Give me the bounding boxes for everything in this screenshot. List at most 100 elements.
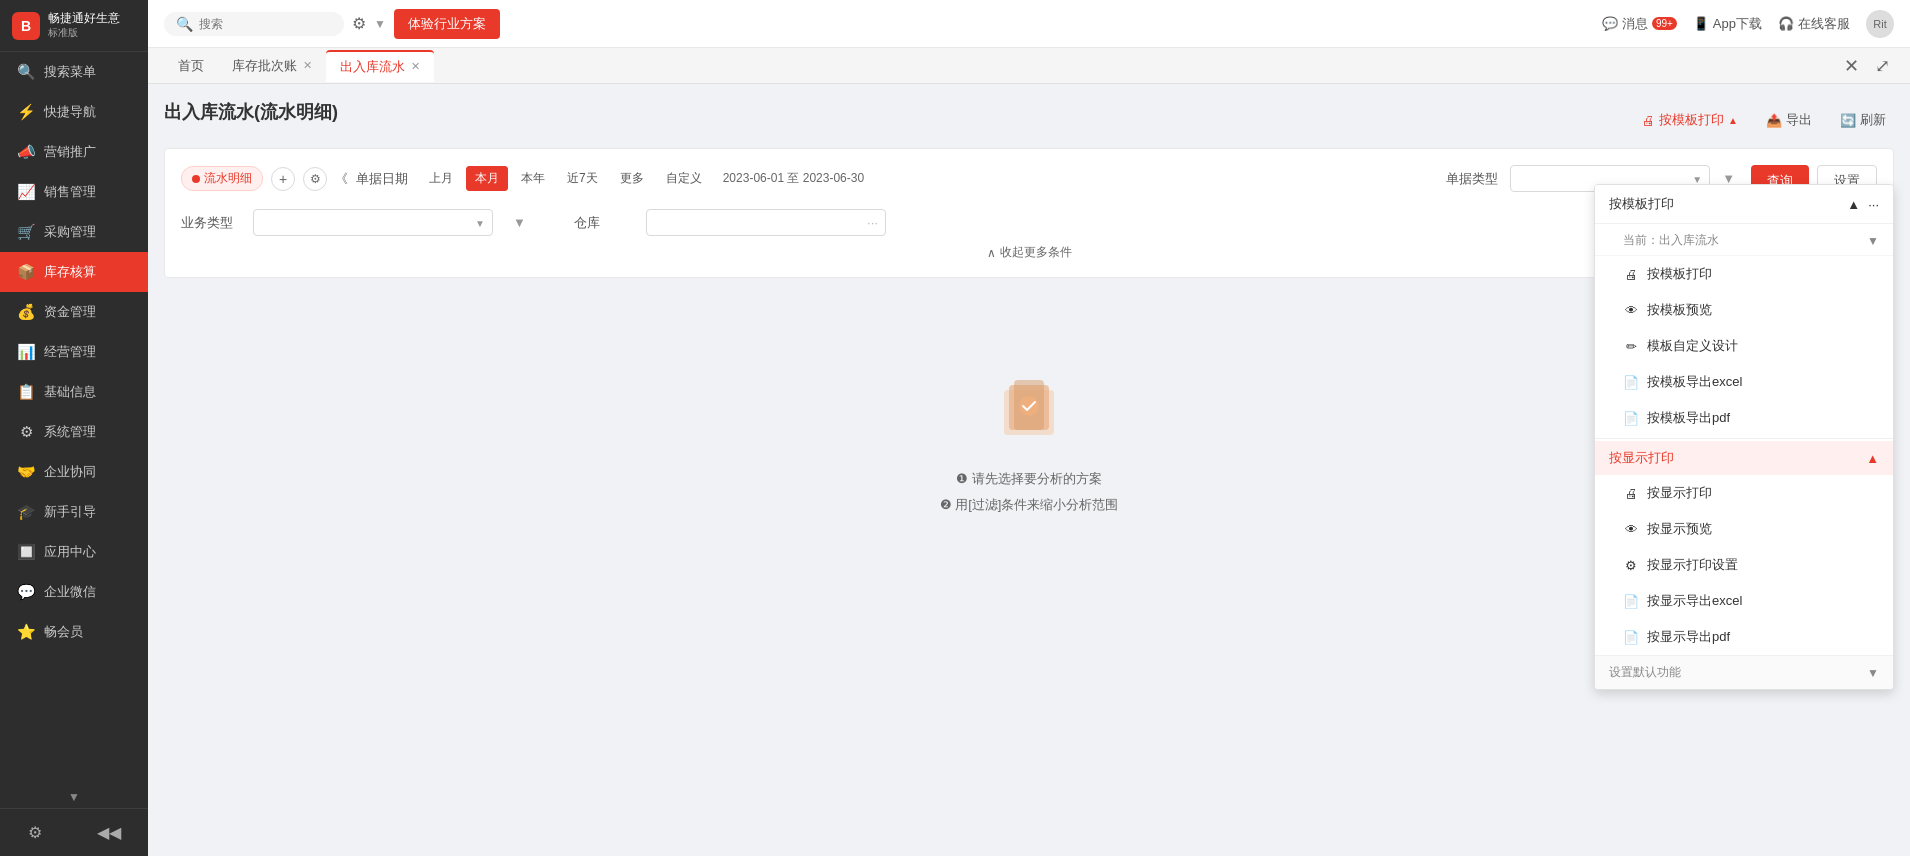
user-profile-item[interactable]: Rit — [1866, 10, 1894, 38]
dropdown-item-template-print[interactable]: 🖨 按模板打印 — [1595, 256, 1893, 292]
app-download-item[interactable]: 📱 App下载 — [1693, 15, 1762, 33]
tabs-bar: 首页 库存批次账 ✕ 出入库流水 ✕ ✕ ⤢ — [148, 48, 1910, 84]
industry-solution-button[interactable]: 体验行业方案 — [394, 9, 500, 39]
sidebar-item-inventory[interactable]: 📦 库存核算 — [0, 252, 148, 292]
wechat-icon: 💬 — [16, 582, 36, 602]
collapse-button[interactable]: ∧ 收起更多条件 — [987, 244, 1072, 261]
filter-settings-button[interactable]: ⚙ — [303, 167, 327, 191]
dropdown-footer-chevron-icon: ▼ — [1867, 666, 1879, 680]
cart-icon: 🛒 — [16, 222, 36, 242]
sidebar-scroll-down-arrow[interactable]: ▼ — [0, 786, 148, 808]
dropdown-item-display-preview[interactable]: 👁 按显示预览 — [1595, 511, 1893, 547]
refresh-button[interactable]: 🔄 刷新 — [1832, 107, 1894, 133]
sidebar-item-collab[interactable]: 🤝 企业协同 — [0, 452, 148, 492]
active-filter-tag[interactable]: 流水明细 — [181, 166, 263, 191]
sidebar-item-label: 畅会员 — [44, 623, 83, 641]
dropdown-section-display[interactable]: 按显示打印 ▲ — [1595, 441, 1893, 475]
pdf-icon: 📄 — [1623, 410, 1639, 426]
sidebar-item-member[interactable]: ⭐ 畅会员 — [0, 612, 148, 652]
tab-close-icon[interactable]: ✕ — [303, 59, 312, 72]
export-button[interactable]: 📤 导出 — [1758, 107, 1820, 133]
dropdown-item-display-pdf[interactable]: 📄 按显示导出pdf — [1595, 619, 1893, 655]
page-content: 出入库流水(流水明细) 🖨 按模板打印 ▲ 📤 导出 🔄 刷新 — [148, 84, 1910, 856]
message-item[interactable]: 💬 消息 99+ — [1602, 15, 1677, 33]
dropdown-item-template-pdf[interactable]: 📄 按模板导出pdf — [1595, 400, 1893, 436]
tabs-actions: ✕ ⤢ — [1840, 53, 1894, 79]
sidebar-settings-btn[interactable]: ⚙ — [20, 819, 50, 846]
sidebar-item-system[interactable]: ⚙ 系统管理 — [0, 412, 148, 452]
dropdown-item-display-settings[interactable]: ⚙ 按显示打印设置 — [1595, 547, 1893, 583]
sidebar-item-wechat[interactable]: 💬 企业微信 — [0, 572, 148, 612]
tab-close-active-icon[interactable]: ✕ — [411, 60, 420, 73]
warehouse-input[interactable] — [646, 209, 886, 236]
dropdown-item-display-excel[interactable]: 📄 按显示导出excel — [1595, 583, 1893, 619]
sidebar-item-marketing[interactable]: 📣 营销推广 — [0, 132, 148, 172]
online-service-label: 在线客服 — [1798, 15, 1850, 33]
eye-icon: 👁 — [1623, 302, 1639, 318]
print-template-label: 按模板打印 — [1659, 111, 1724, 129]
sidebar-item-label: 应用中心 — [44, 543, 96, 561]
dropdown-header-actions: ▲ ··· — [1847, 197, 1879, 212]
export-label: 导出 — [1786, 111, 1812, 129]
date-filter-label: 单据日期 — [356, 170, 412, 188]
search-input[interactable] — [199, 17, 319, 31]
app-download-label: App下载 — [1713, 15, 1762, 33]
header-search-box[interactable]: 🔍 — [164, 12, 344, 36]
biz-type-label: 业务类型 — [181, 214, 237, 232]
headset-icon: 🎧 — [1778, 16, 1794, 31]
sidebar-item-label: 销售管理 — [44, 183, 96, 201]
printer-icon: 🖨 — [1623, 485, 1639, 501]
warehouse-more-icon[interactable]: ··· — [867, 215, 878, 230]
sidebar-item-guide[interactable]: 🎓 新手引导 — [0, 492, 148, 532]
phone-icon: 📱 — [1693, 16, 1709, 31]
biz-type-select-wrapper — [253, 209, 493, 236]
header-left: 🔍 ⚙ ▼ 体验行业方案 — [164, 9, 1602, 39]
filter-add-button[interactable]: + — [271, 167, 295, 191]
sidebar-item-shortcuts[interactable]: ⚡ 快捷导航 — [0, 92, 148, 132]
biz-type-select[interactable] — [253, 209, 493, 236]
sidebar-item-search[interactable]: 🔍 搜索菜单 — [0, 52, 148, 92]
sidebar-collapse-btn[interactable]: ◀◀ — [89, 819, 129, 846]
sidebar-item-label: 快捷导航 — [44, 103, 96, 121]
dropdown-item-template-excel[interactable]: 📄 按模板导出excel — [1595, 364, 1893, 400]
online-service-item[interactable]: 🎧 在线客服 — [1778, 15, 1850, 33]
sidebar-item-finance[interactable]: 💰 资金管理 — [0, 292, 148, 332]
sidebar-item-sales[interactable]: 📈 销售管理 — [0, 172, 148, 212]
date-btn-more[interactable]: 更多 — [611, 166, 653, 191]
printer-icon: 🖨 — [1642, 113, 1655, 128]
dropdown-chevron-icon[interactable]: ▲ — [1847, 197, 1860, 212]
dropdown-item-template-design[interactable]: ✏ 模板自定义设计 — [1595, 328, 1893, 364]
sidebar-item-label: 系统管理 — [44, 423, 96, 441]
settings-icon[interactable]: ⚙ — [352, 14, 366, 33]
date-btn-7days[interactable]: 近7天 — [558, 166, 607, 191]
tab-home[interactable]: 首页 — [164, 51, 218, 81]
user-name: Rit — [1873, 18, 1886, 30]
sidebar-item-basic[interactable]: 📋 基础信息 — [0, 372, 148, 412]
dropdown-item-template-preview[interactable]: 👁 按模板预览 — [1595, 292, 1893, 328]
dropdown-arrow-icon[interactable]: ▼ — [374, 17, 386, 31]
sidebar-item-operations[interactable]: 📊 经营管理 — [0, 332, 148, 372]
dropdown-item-display-print[interactable]: 🖨 按显示打印 — [1595, 475, 1893, 511]
date-btn-custom[interactable]: 自定义 — [657, 166, 711, 191]
tab-inventory-batch[interactable]: 库存批次账 ✕ — [218, 51, 326, 81]
tab-stock-flow[interactable]: 出入库流水 ✕ — [326, 50, 434, 82]
dropdown-footer[interactable]: 设置默认功能 ▼ — [1595, 655, 1893, 689]
print-template-button[interactable]: 🖨 按模板打印 ▲ — [1634, 107, 1746, 133]
warehouse-label: 仓库 — [574, 214, 630, 232]
tab-home-label: 首页 — [178, 57, 204, 75]
dropdown-more-icon[interactable]: ··· — [1868, 197, 1879, 212]
sidebar-item-apps[interactable]: 🔲 应用中心 — [0, 532, 148, 572]
date-btn-this-year[interactable]: 本年 — [512, 166, 554, 191]
sidebar-item-purchase[interactable]: 🛒 采购管理 — [0, 212, 148, 252]
tabs-expand-button[interactable]: ⤢ — [1871, 53, 1894, 79]
date-btn-this-month[interactable]: 本月 — [466, 166, 508, 191]
sidebar-item-label: 资金管理 — [44, 303, 96, 321]
printer-icon: 🖨 — [1623, 266, 1639, 282]
tabs-close-button[interactable]: ✕ — [1840, 53, 1863, 79]
main-area: 🔍 ⚙ ▼ 体验行业方案 💬 消息 99+ 📱 App下载 🎧 在线客服 — [148, 0, 1910, 856]
pdf-icon: 📄 — [1623, 629, 1639, 645]
current-template-chevron-icon[interactable]: ▼ — [1867, 234, 1879, 248]
biz-type-chevron-icon[interactable]: ▼ — [513, 215, 526, 230]
filter-collapse-icon[interactable]: 《 — [335, 170, 348, 188]
date-btn-last-month[interactable]: 上月 — [420, 166, 462, 191]
